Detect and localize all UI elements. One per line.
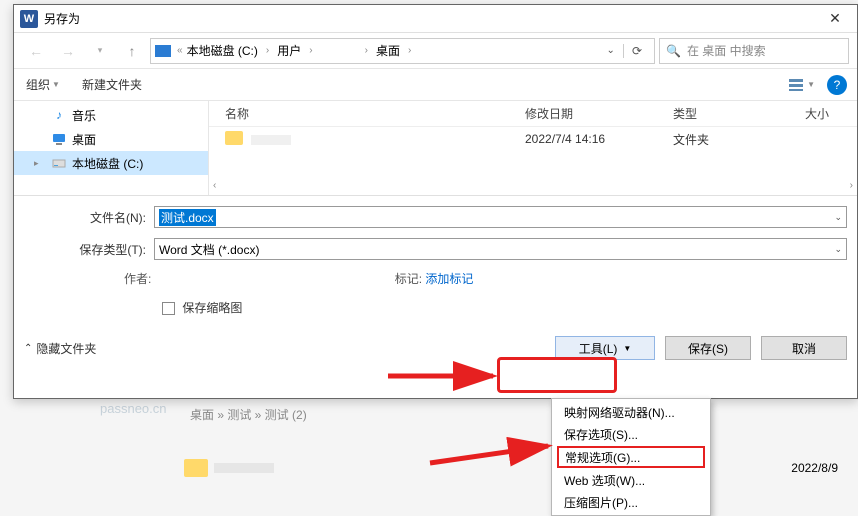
crumb-1[interactable]: 用户: [275, 40, 303, 61]
crumb-3[interactable]: 桌面: [374, 40, 402, 61]
author-value[interactable]: [155, 271, 205, 283]
scroll-right[interactable]: ›: [850, 180, 853, 191]
sidebar-item-desktop[interactable]: 桌面: [14, 127, 208, 151]
sidebar-item-music[interactable]: ♪ 音乐: [14, 103, 208, 127]
row-date: 2022/7/4 14:16: [509, 132, 657, 146]
recent-dropdown[interactable]: ▾: [86, 37, 114, 65]
bg-breadcrumb: 桌面 » 测试 » 测试 (2): [100, 406, 307, 423]
new-folder-button[interactable]: 新建文件夹: [80, 74, 144, 95]
save-button[interactable]: 保存(S): [665, 336, 751, 360]
chevron-down-icon[interactable]: ⌄: [834, 212, 842, 223]
filetype-label: 保存类型(T):: [24, 241, 154, 258]
refresh-button[interactable]: ⟳: [623, 44, 650, 58]
breadcrumb-dropdown[interactable]: ⌄: [601, 45, 621, 56]
word-app-icon: W: [20, 10, 38, 28]
nav-row: ← → ▾ ↑ « 本地磁盘 (C:) › 用户 › › 桌面 › ⌄ ⟳ 🔍 …: [14, 33, 857, 69]
filename-label: 文件名(N):: [24, 209, 154, 226]
sidebar-item-label: 音乐: [72, 107, 96, 124]
col-date[interactable]: 修改日期: [509, 105, 657, 122]
menu-map-drive[interactable]: 映射网络驱动器(N)...: [554, 401, 708, 423]
help-button[interactable]: ?: [827, 75, 847, 95]
cancel-button[interactable]: 取消: [761, 336, 847, 360]
organize-button[interactable]: 组织▼: [24, 74, 62, 95]
col-name[interactable]: 名称: [209, 105, 509, 122]
crumb-2[interactable]: [319, 45, 359, 57]
breadcrumb[interactable]: « 本地磁盘 (C:) › 用户 › › 桌面 › ⌄ ⟳: [150, 38, 655, 64]
expand-icon[interactable]: ▸: [34, 158, 39, 169]
hide-folders-toggle[interactable]: ⌃ 隐藏文件夹: [24, 340, 96, 357]
background-list: 桌面 » 测试 » 测试 (2) 2022/8/9: [100, 400, 858, 482]
file-list: 名称 修改日期 类型 大小 2022/7/4 14:16 文件夹 ‹ ›: [209, 101, 857, 195]
crumb-0[interactable]: 本地磁盘 (C:): [185, 40, 260, 61]
filename-input[interactable]: 测试.docx ⌄: [154, 206, 847, 228]
forward-button[interactable]: →: [54, 37, 82, 65]
filetype-select[interactable]: Word 文档 (*.docx) ⌄: [154, 238, 847, 260]
music-icon: ♪: [52, 108, 66, 122]
highlight-tools: [497, 357, 617, 393]
scroll-left[interactable]: ‹: [213, 180, 216, 191]
tools-menu: 映射网络驱动器(N)... 保存选项(S)... 常规选项(G)... Web …: [551, 398, 711, 516]
sidebar-item-label: 桌面: [72, 131, 96, 148]
up-button[interactable]: ↑: [118, 37, 146, 65]
author-label: 作者:: [124, 272, 151, 286]
dialog-body: ♪ 音乐 桌面 ▸ 本地磁盘 (C:) 名称 修改日期 类型 大小 2: [14, 101, 857, 195]
col-type[interactable]: 类型: [657, 105, 789, 122]
desktop-icon: [52, 132, 66, 146]
back-button[interactable]: ←: [22, 37, 50, 65]
tag-label: 标记:: [395, 272, 422, 286]
toolbar: 组织▼ 新建文件夹 ▼ ?: [14, 69, 857, 101]
col-size[interactable]: 大小: [789, 105, 857, 122]
bg-date: 2022/8/9: [791, 461, 858, 475]
bottom-panel: 文件名(N): 测试.docx ⌄ 保存类型(T): Word 文档 (*.do…: [14, 195, 857, 366]
menu-web-options[interactable]: Web 选项(W)...: [554, 469, 708, 491]
menu-save-options[interactable]: 保存选项(S)...: [554, 423, 708, 445]
window-title: 另存为: [44, 10, 80, 27]
search-placeholder: 在 桌面 中搜索: [687, 42, 766, 59]
menu-general-options[interactable]: 常规选项(G)...: [557, 446, 705, 468]
disk-icon: [52, 156, 66, 170]
sidebar-item-label: 本地磁盘 (C:): [72, 155, 143, 172]
search-icon: 🔍: [666, 44, 681, 58]
sidebar-item-local-disk[interactable]: ▸ 本地磁盘 (C:): [14, 151, 208, 175]
view-options-button[interactable]: [787, 76, 805, 94]
list-item[interactable]: 2022/7/4 14:16 文件夹: [209, 127, 857, 151]
thumbnail-checkbox[interactable]: [162, 302, 175, 315]
folder-icon: [184, 459, 208, 477]
close-button[interactable]: ✕: [815, 5, 855, 33]
add-tag-link[interactable]: 添加标记: [425, 272, 473, 286]
pc-icon: [155, 45, 171, 57]
search-box[interactable]: 🔍 在 桌面 中搜索: [659, 38, 849, 64]
titlebar: W 另存为 ✕: [14, 5, 857, 33]
thumbnail-label: 保存缩略图: [182, 301, 242, 315]
sidebar: ♪ 音乐 桌面 ▸ 本地磁盘 (C:): [14, 101, 209, 195]
menu-compress-pictures[interactable]: 压缩图片(P)...: [554, 491, 708, 513]
save-as-dialog: W 另存为 ✕ ← → ▾ ↑ « 本地磁盘 (C:) › 用户 › › 桌面 …: [13, 4, 858, 399]
chevron-down-icon[interactable]: ⌄: [834, 244, 842, 255]
column-headers: 名称 修改日期 类型 大小: [209, 101, 857, 127]
row-type: 文件夹: [657, 131, 789, 148]
folder-icon: [225, 131, 243, 145]
